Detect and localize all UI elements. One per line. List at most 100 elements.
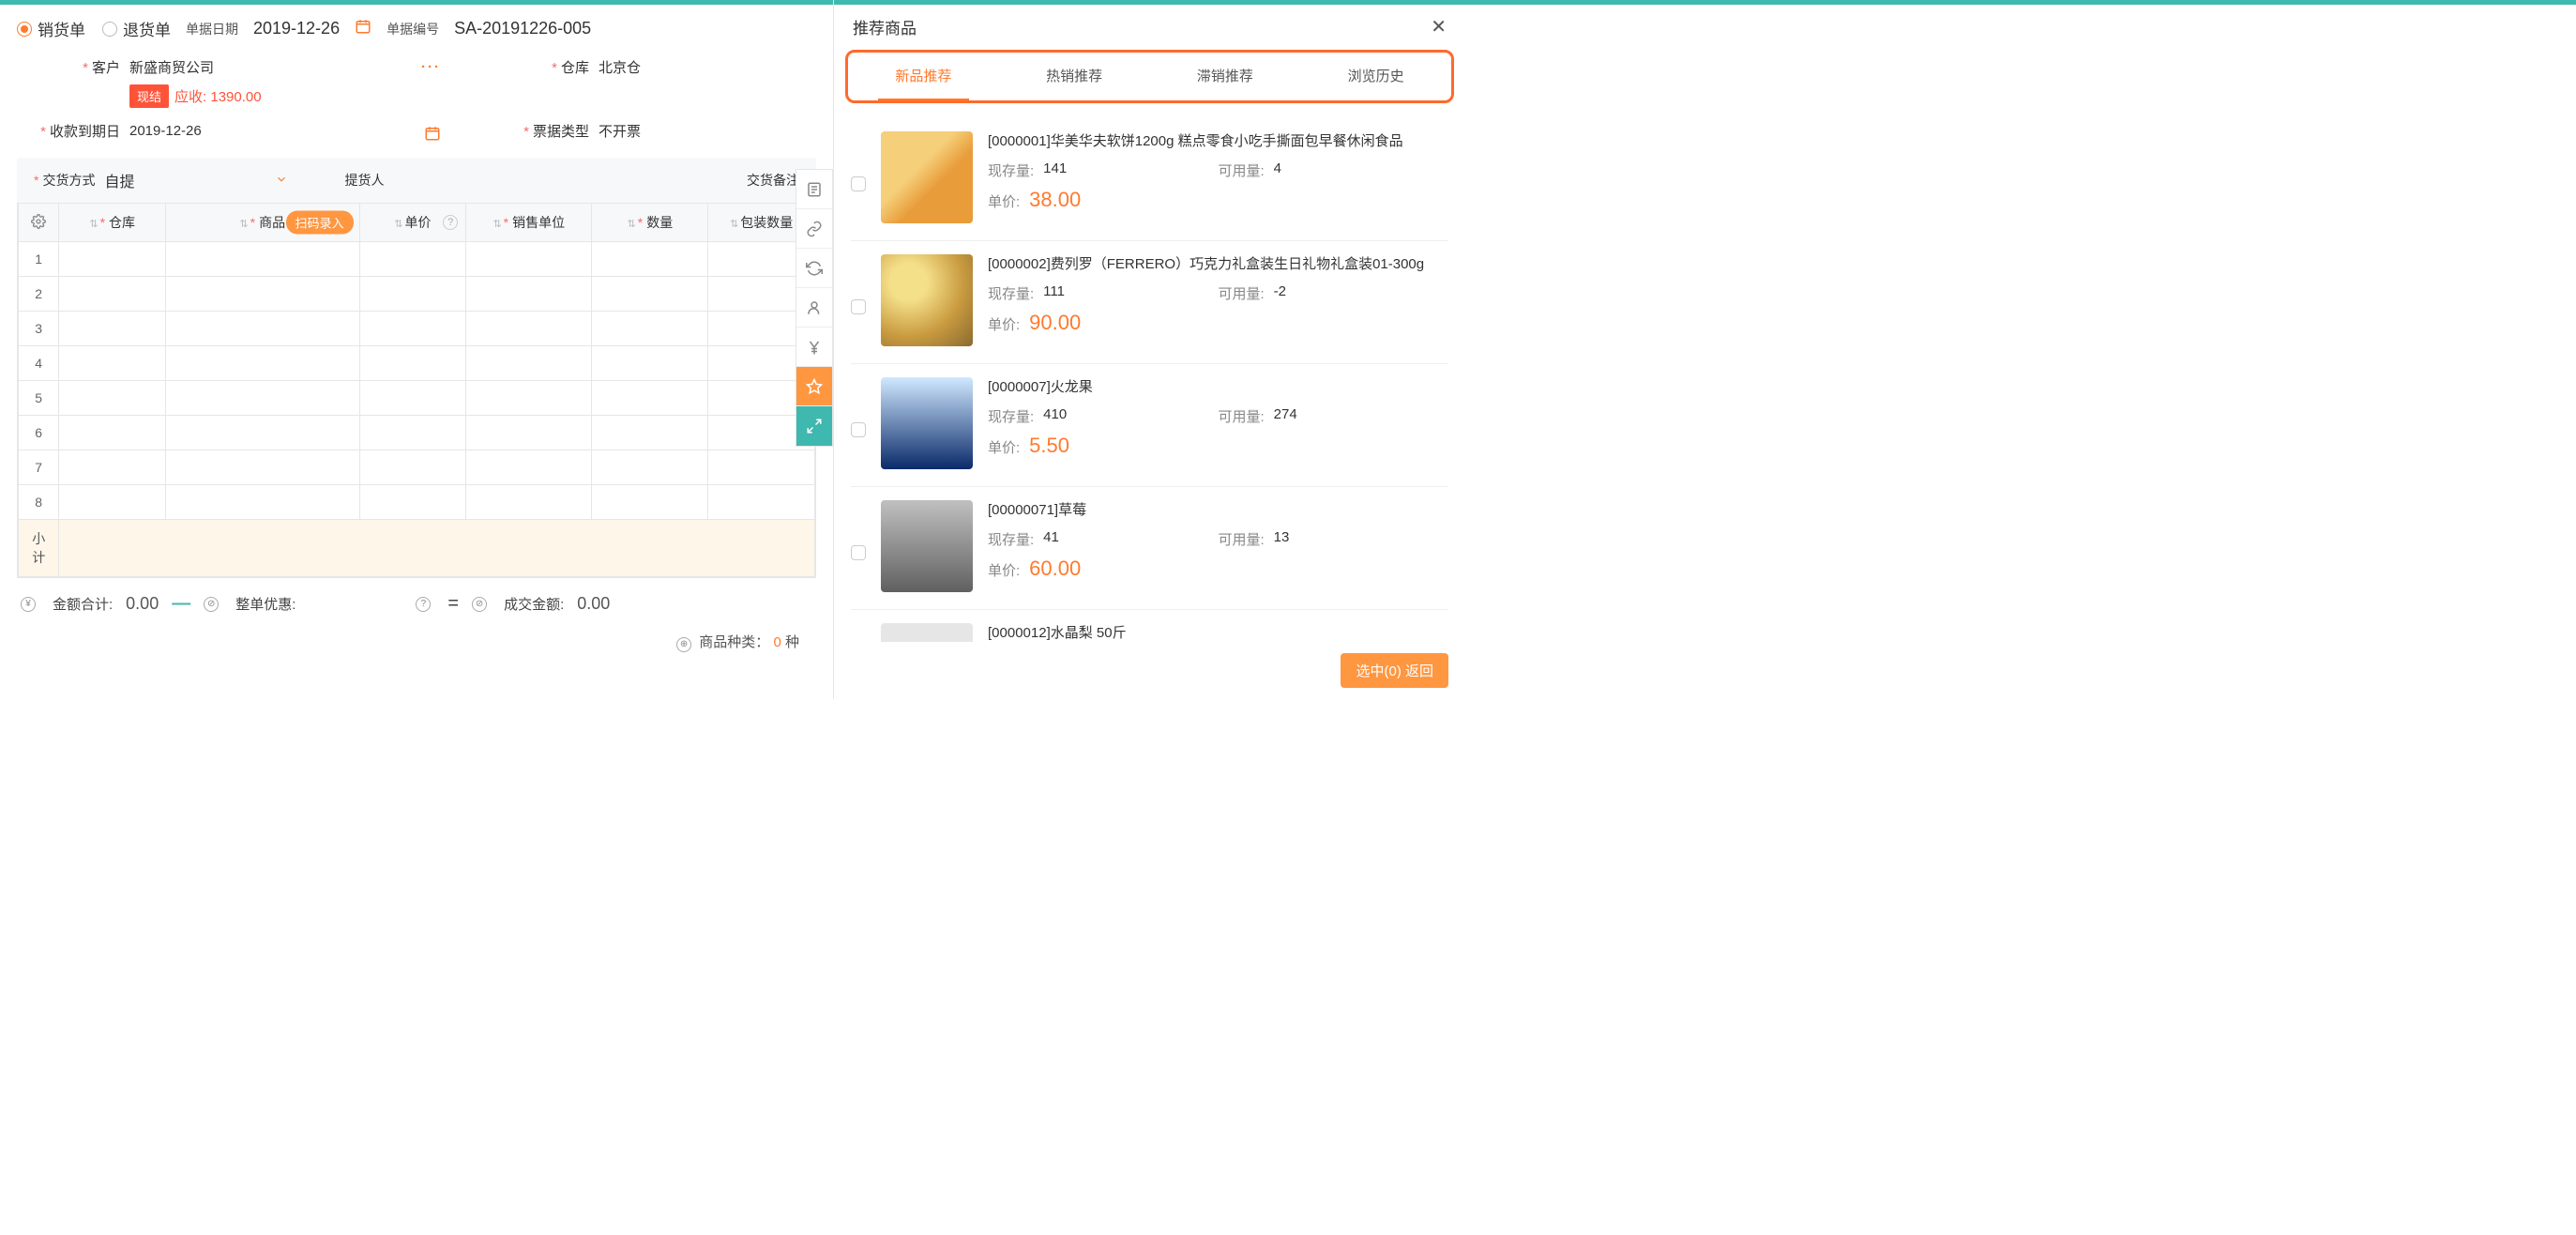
- discount-icon: ⊘: [204, 597, 219, 612]
- col-unit[interactable]: ⇅*销售单位: [466, 204, 592, 242]
- cell[interactable]: [466, 485, 592, 520]
- product-thumbnail: [881, 623, 973, 642]
- rail-yen-icon[interactable]: [796, 328, 832, 367]
- doc-date-value[interactable]: 2019-12-26: [253, 19, 340, 38]
- warehouse-field[interactable]: 北京仓: [589, 57, 833, 77]
- close-icon[interactable]: ✕: [1431, 15, 1447, 38]
- tab-0[interactable]: 新品推荐: [848, 53, 999, 99]
- cell[interactable]: [59, 242, 166, 277]
- cell[interactable]: [165, 346, 359, 381]
- col-product[interactable]: ⇅*商品扫码录入: [165, 204, 359, 242]
- cell[interactable]: [592, 450, 708, 485]
- product-checkbox[interactable]: [851, 299, 866, 314]
- cell[interactable]: [59, 381, 166, 416]
- cell[interactable]: [59, 416, 166, 450]
- customer-field[interactable]: 新盛商贸公司 ···: [120, 57, 458, 77]
- cell[interactable]: [359, 346, 466, 381]
- cell[interactable]: [359, 242, 466, 277]
- stock-label: 现存量:: [988, 160, 1034, 180]
- picker-label: 提货人: [344, 171, 384, 190]
- cell[interactable]: [708, 485, 815, 520]
- cell[interactable]: [359, 277, 466, 312]
- product-name: [0000001]华美华夫软饼1200g 糕点零食小吃手撕面包早餐休闲食品: [988, 131, 1448, 153]
- price-label: 单价:: [988, 314, 1020, 334]
- warehouse-label: 仓库: [561, 60, 589, 76]
- row-number: 2: [19, 277, 59, 312]
- tab-3[interactable]: 浏览历史: [1300, 53, 1451, 99]
- rail-star-icon[interactable]: [796, 367, 832, 406]
- rail-expand-icon[interactable]: [796, 406, 832, 446]
- product-item: [0000012]水晶梨 50斤: [851, 610, 1448, 642]
- pay-due-value: 2019-12-26: [129, 123, 202, 139]
- cell[interactable]: [466, 346, 592, 381]
- cell[interactable]: [466, 381, 592, 416]
- cell[interactable]: [466, 312, 592, 346]
- product-name: [0000012]水晶梨 50斤: [988, 623, 1448, 642]
- cell[interactable]: [165, 242, 359, 277]
- product-checkbox[interactable]: [851, 176, 866, 191]
- cell[interactable]: [165, 416, 359, 450]
- avail-value: 4: [1274, 160, 1281, 180]
- stock-label: 现存量:: [988, 283, 1034, 303]
- cell[interactable]: [592, 485, 708, 520]
- cell[interactable]: [466, 450, 592, 485]
- pay-due-field[interactable]: 2019-12-26: [120, 123, 458, 139]
- cell[interactable]: [592, 381, 708, 416]
- cell[interactable]: [165, 277, 359, 312]
- tab-1[interactable]: 热销推荐: [999, 53, 1150, 99]
- radio-sales[interactable]: 销货单: [17, 17, 85, 40]
- bill-type-field[interactable]: 不开票: [589, 121, 833, 141]
- cell[interactable]: [59, 450, 166, 485]
- cell[interactable]: [165, 381, 359, 416]
- delivery-select[interactable]: 自提: [104, 169, 134, 191]
- col-qty[interactable]: ⇅*数量: [592, 204, 708, 242]
- cell[interactable]: [592, 242, 708, 277]
- chevron-down-icon[interactable]: [275, 173, 288, 189]
- product-checkbox[interactable]: [851, 422, 866, 437]
- kinds-icon: ⊕: [676, 637, 691, 652]
- rail-user-icon[interactable]: [796, 288, 832, 328]
- cell[interactable]: [466, 242, 592, 277]
- rail-link-icon[interactable]: [796, 209, 832, 249]
- cell[interactable]: [592, 312, 708, 346]
- items-table: ⇅*仓库 ⇅*商品扫码录入 ⇅单价? ⇅*销售单位 ⇅*数量 ⇅包装数量 123…: [18, 203, 815, 577]
- cell[interactable]: [59, 312, 166, 346]
- discount-input[interactable]: [309, 603, 402, 604]
- radio-return[interactable]: 退货单: [102, 17, 171, 40]
- select-return-button[interactable]: 选中(0) 返回: [1341, 653, 1448, 688]
- cell[interactable]: [359, 485, 466, 520]
- help-icon[interactable]: ?: [443, 215, 458, 230]
- cell[interactable]: [359, 450, 466, 485]
- rail-refresh-icon[interactable]: [796, 249, 832, 288]
- calendar-icon[interactable]: [355, 18, 371, 39]
- cell[interactable]: [165, 485, 359, 520]
- cell[interactable]: [592, 416, 708, 450]
- scan-badge[interactable]: 扫码录入: [286, 211, 354, 235]
- cell[interactable]: [359, 312, 466, 346]
- product-checkbox[interactable]: [851, 545, 866, 560]
- calendar-icon[interactable]: [424, 125, 441, 146]
- cell[interactable]: [59, 485, 166, 520]
- kinds-suffix: 种: [785, 634, 799, 650]
- cell[interactable]: [592, 277, 708, 312]
- tab-2[interactable]: 滞销推荐: [1150, 53, 1301, 99]
- col-price[interactable]: ⇅单价?: [359, 204, 466, 242]
- cell[interactable]: [466, 416, 592, 450]
- col-warehouse[interactable]: ⇅*仓库: [59, 204, 166, 242]
- cell[interactable]: [359, 381, 466, 416]
- rail-note-icon[interactable]: [796, 170, 832, 209]
- product-name: [0000002]费列罗（FERRERO）巧克力礼盒装生日礼物礼盒装01-300…: [988, 254, 1448, 276]
- cell[interactable]: [59, 277, 166, 312]
- gear-icon[interactable]: [19, 204, 59, 242]
- help-icon[interactable]: ?: [416, 597, 431, 612]
- row-number: 6: [19, 416, 59, 450]
- cell[interactable]: [59, 346, 166, 381]
- cell[interactable]: [165, 450, 359, 485]
- cell[interactable]: [466, 277, 592, 312]
- cell[interactable]: [359, 416, 466, 450]
- more-icon[interactable]: ···: [421, 59, 441, 75]
- cell[interactable]: [708, 450, 815, 485]
- price-value: 90.00: [1029, 311, 1081, 335]
- cell[interactable]: [165, 312, 359, 346]
- cell[interactable]: [592, 346, 708, 381]
